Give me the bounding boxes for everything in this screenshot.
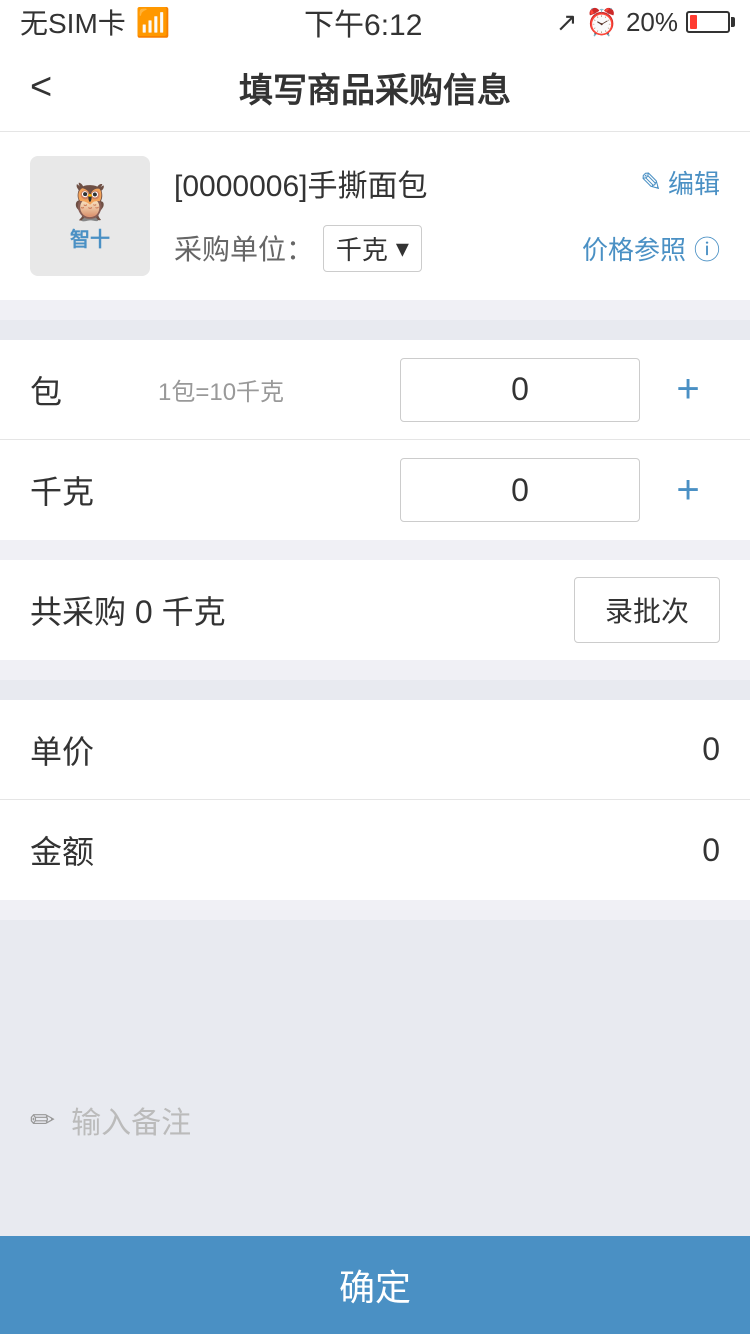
price-ref-button[interactable]: 价格参照 ⓘ (582, 230, 720, 267)
bag-plus-button[interactable]: + (656, 358, 720, 422)
product-name-row: [0000006]手撕面包 ✎ 编辑 (174, 161, 720, 205)
separator-2 (0, 680, 750, 700)
confirm-bar[interactable]: 确定 (0, 1236, 750, 1334)
kg-plus-button[interactable]: + (656, 458, 720, 522)
pencil-icon: ✏ (30, 1103, 55, 1138)
product-info: [0000006]手撕面包 ✎ 编辑 采购单位： 千克 ▾ 价格参照 ⓘ (174, 161, 720, 272)
batch-button[interactable]: 录批次 (574, 577, 720, 643)
location-icon: ↗ (556, 7, 578, 38)
kg-label: 千克 (30, 467, 150, 513)
confirm-button-label: 确定 (339, 1259, 411, 1311)
kg-input-row: 千克 0 + (0, 440, 750, 540)
status-bar: 无SIM卡 📶 下午6:12 ↗ ⏰ 20% (0, 0, 750, 44)
bag-input-field[interactable]: 0 (400, 358, 640, 422)
product-name: [0000006]手撕面包 (174, 161, 427, 205)
product-unit-row: 采购单位： 千克 ▾ 价格参照 ⓘ (174, 225, 720, 272)
carrier-text: 无SIM卡 (20, 2, 126, 42)
input-section: 包 1包=10千克 0 + 千克 0 + (0, 340, 750, 540)
summary-value: 0 (135, 594, 153, 630)
product-image: 🦉 智十 (30, 156, 150, 276)
status-left: 无SIM卡 📶 (20, 2, 171, 42)
nav-bar: < 填写商品采购信息 (0, 44, 750, 132)
unit-label-group: 采购单位： 千克 ▾ (174, 225, 422, 272)
kg-input-field[interactable]: 0 (400, 458, 640, 522)
logo-text: 智十 (70, 223, 110, 252)
status-time: 下午6:12 (304, 0, 422, 44)
bag-input-row: 包 1包=10千克 0 + (0, 340, 750, 440)
unit-price-value: 0 (702, 731, 720, 768)
amount-label: 金额 (30, 827, 94, 873)
amount-row: 金额 0 (0, 800, 750, 900)
unit-price-label: 单价 (30, 727, 94, 773)
bag-value: 0 (511, 371, 529, 408)
unit-price-row: 单价 0 (0, 700, 750, 800)
wifi-icon: 📶 (136, 6, 171, 39)
notes-placeholder: 输入备注 (71, 1098, 191, 1142)
summary-section: 共采购 0 千克 录批次 (0, 560, 750, 660)
summary-unit: 千克 (162, 594, 226, 630)
edit-button[interactable]: ✎ 编辑 (640, 164, 720, 201)
bag-sublabel: 1包=10千克 (158, 372, 284, 407)
kg-value: 0 (511, 472, 529, 509)
unit-value: 千克 (336, 230, 388, 267)
bag-label: 包 (30, 367, 150, 413)
alarm-icon: ⏰ (586, 7, 618, 38)
battery-percent: 20% (626, 7, 678, 38)
separator-1 (0, 320, 750, 340)
price-section: 单价 0 金额 0 (0, 700, 750, 900)
battery-icon (686, 11, 730, 33)
product-card: 🦉 智十 [0000006]手撕面包 ✎ 编辑 采购单位： 千克 ▾ 价格参照 … (0, 132, 750, 300)
unit-select[interactable]: 千克 ▾ (323, 225, 422, 272)
owl-icon: 🦉 (68, 181, 113, 223)
info-icon: ⓘ (694, 230, 720, 267)
edit-label: 编辑 (668, 164, 720, 201)
edit-icon: ✎ (640, 167, 662, 198)
summary-text: 共采购 0 千克 (30, 587, 226, 633)
unit-label: 采购单位： (174, 234, 314, 265)
back-button[interactable]: < (30, 66, 52, 109)
amount-value: 0 (702, 832, 720, 869)
summary-prefix: 共采购 (30, 594, 126, 630)
price-ref-label: 价格参照 (582, 230, 686, 267)
dropdown-icon: ▾ (396, 233, 409, 264)
status-right: ↗ ⏰ 20% (556, 7, 730, 38)
product-logo: 🦉 智十 (50, 186, 130, 246)
page-title: 填写商品采购信息 (239, 63, 511, 112)
